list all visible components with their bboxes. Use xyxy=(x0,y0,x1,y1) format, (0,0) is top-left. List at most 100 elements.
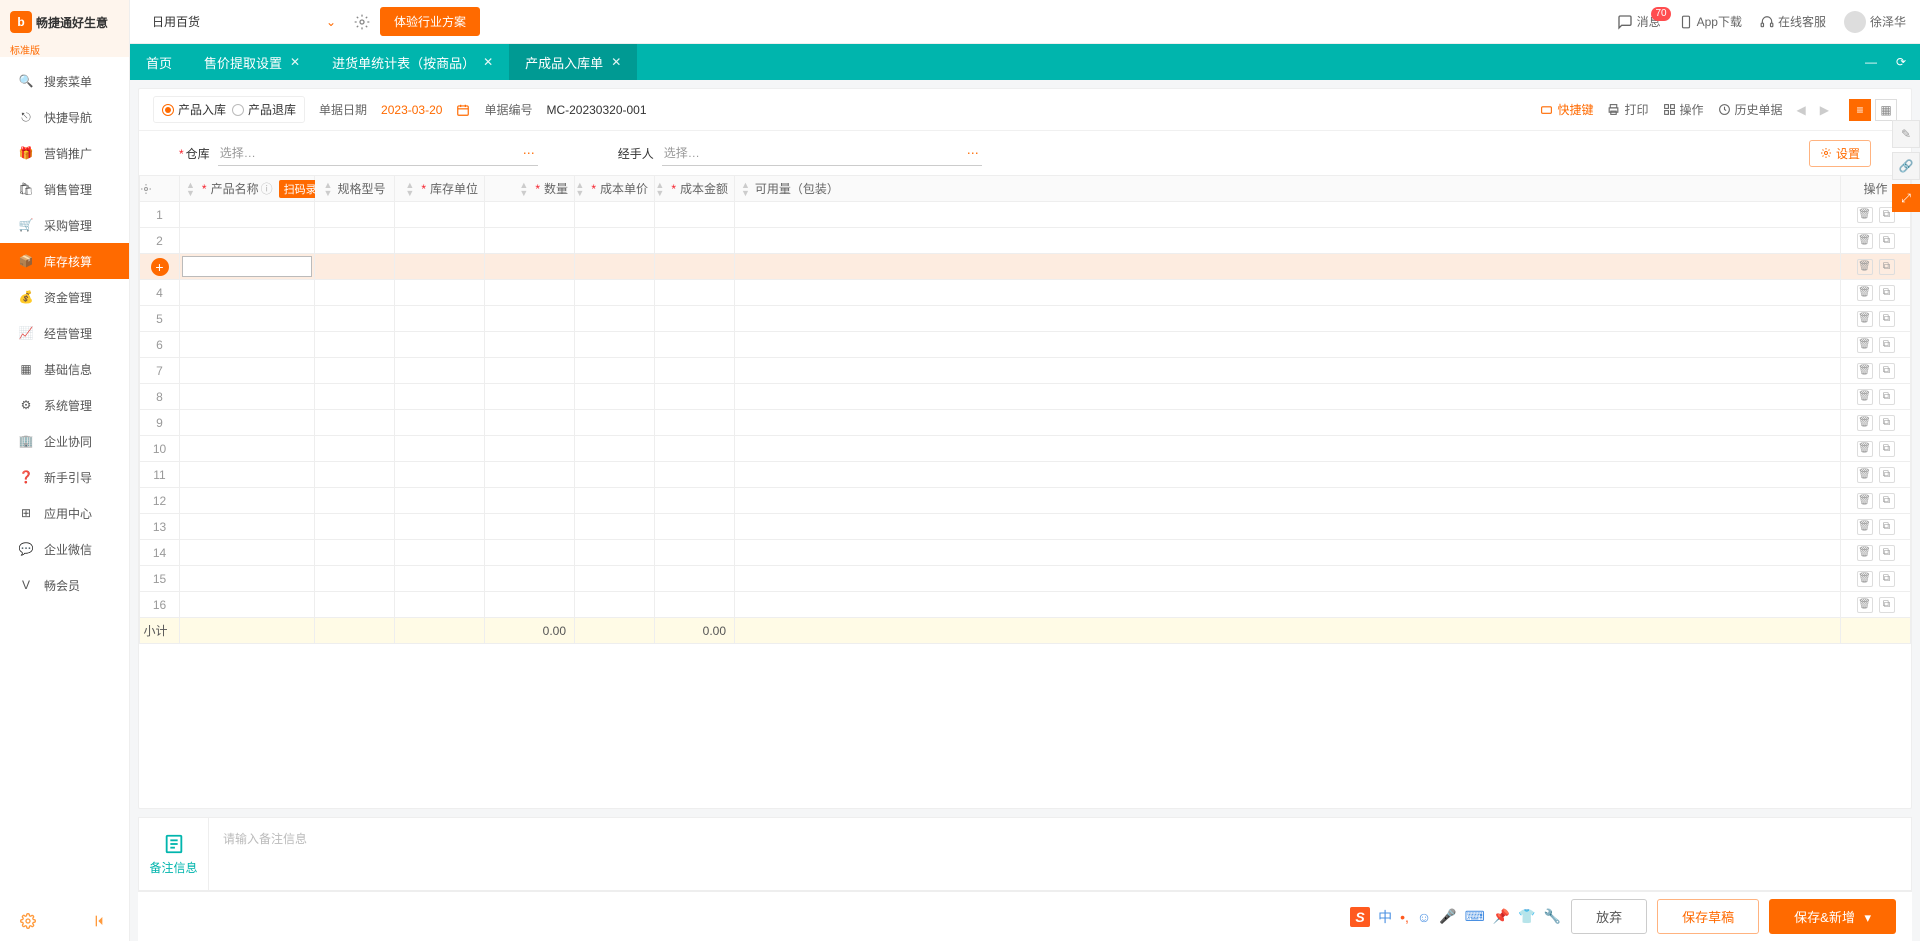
cell-spec[interactable] xyxy=(315,566,395,592)
row-copy-icon[interactable]: ⧉ xyxy=(1879,285,1895,301)
cell-product[interactable] xyxy=(180,358,315,384)
row-copy-icon[interactable]: ⧉ xyxy=(1879,389,1895,405)
cell-qty[interactable] xyxy=(485,228,575,254)
cell-price[interactable] xyxy=(575,358,655,384)
col-spec[interactable]: ▲▼规格型号 xyxy=(315,176,395,202)
cell-amount[interactable] xyxy=(655,514,735,540)
messages-button[interactable]: 消息 70 xyxy=(1617,13,1661,30)
tab-1[interactable]: 售价提取设置✕ xyxy=(188,44,316,80)
cell-amount[interactable] xyxy=(655,488,735,514)
row-delete-icon[interactable]: 🗑 xyxy=(1857,363,1873,379)
cell-avail[interactable] xyxy=(735,592,1841,618)
doc-date-value[interactable]: 2023-03-20 xyxy=(381,103,442,117)
row-delete-icon[interactable]: 🗑 xyxy=(1857,519,1873,535)
row-copy-icon[interactable]: ⧉ xyxy=(1879,467,1895,483)
cell-product[interactable] xyxy=(180,436,315,462)
cell-product[interactable] xyxy=(180,254,315,280)
quick-note-icon[interactable]: ✎ xyxy=(1892,120,1920,148)
cell-price[interactable] xyxy=(575,566,655,592)
table-row[interactable]: 11🗑⧉ xyxy=(140,462,1911,488)
table-row[interactable]: 14🗑⧉ xyxy=(140,540,1911,566)
cell-unit[interactable] xyxy=(395,202,485,228)
row-copy-icon[interactable]: ⧉ xyxy=(1879,259,1895,275)
cell-spec[interactable] xyxy=(315,410,395,436)
cell-qty[interactable] xyxy=(485,254,575,280)
cell-spec[interactable] xyxy=(315,514,395,540)
row-copy-icon[interactable]: ⧉ xyxy=(1879,545,1895,561)
try-industry-button[interactable]: 体验行业方案 xyxy=(380,7,480,36)
cell-qty[interactable] xyxy=(485,202,575,228)
category-select[interactable]: 日用百货 ⌄ xyxy=(144,9,344,34)
row-delete-icon[interactable]: 🗑 xyxy=(1857,545,1873,561)
sidebar-item-9[interactable]: ⚙系统管理 xyxy=(0,387,129,423)
cell-unit[interactable] xyxy=(395,462,485,488)
col-qty[interactable]: ▲▼*数量 xyxy=(485,176,575,202)
row-delete-icon[interactable]: 🗑 xyxy=(1857,571,1873,587)
save-and-new-button[interactable]: 保存&新增 ▾ xyxy=(1769,899,1896,934)
sidebar-item-6[interactable]: 💰资金管理 xyxy=(0,279,129,315)
cell-amount[interactable] xyxy=(655,566,735,592)
cell-qty[interactable] xyxy=(485,540,575,566)
tabs-minimize-button[interactable]: — xyxy=(1858,49,1884,75)
cell-unit[interactable] xyxy=(395,280,485,306)
cell-unit[interactable] xyxy=(395,592,485,618)
cell-amount[interactable] xyxy=(655,280,735,306)
collapse-icon[interactable] xyxy=(93,913,109,929)
cell-product[interactable] xyxy=(180,202,315,228)
operate-button[interactable]: 操作 xyxy=(1663,101,1704,118)
cell-unit[interactable] xyxy=(395,566,485,592)
sidebar-item-0[interactable]: 🔍搜索菜单 xyxy=(0,63,129,99)
close-icon[interactable]: ✕ xyxy=(290,55,300,69)
cell-unit[interactable] xyxy=(395,358,485,384)
row-delete-icon[interactable]: 🗑 xyxy=(1857,259,1873,275)
cell-product[interactable] xyxy=(180,228,315,254)
cell-qty[interactable] xyxy=(485,306,575,332)
cell-spec[interactable] xyxy=(315,384,395,410)
cell-unit[interactable] xyxy=(395,488,485,514)
col-amount[interactable]: ▲▼*成本金额 xyxy=(655,176,735,202)
table-row[interactable]: 8🗑⧉ xyxy=(140,384,1911,410)
radio-product-in[interactable]: 产品入库 xyxy=(162,101,226,118)
table-row[interactable]: 6🗑⧉ xyxy=(140,332,1911,358)
cell-unit[interactable] xyxy=(395,514,485,540)
table-row[interactable]: 16🗑⧉ xyxy=(140,592,1911,618)
row-copy-icon[interactable]: ⧉ xyxy=(1879,233,1895,249)
row-delete-icon[interactable]: 🗑 xyxy=(1857,337,1873,353)
col-product[interactable]: ▲▼*产品名称ⓘ扫码录入 xyxy=(180,176,315,202)
row-copy-icon[interactable]: ⧉ xyxy=(1879,415,1895,431)
row-delete-icon[interactable]: 🗑 xyxy=(1857,441,1873,457)
cell-unit[interactable] xyxy=(395,436,485,462)
col-settings[interactable] xyxy=(140,176,180,202)
cell-price[interactable] xyxy=(575,410,655,436)
cell-qty[interactable] xyxy=(485,592,575,618)
row-delete-icon[interactable]: 🗑 xyxy=(1857,467,1873,483)
cell-amount[interactable] xyxy=(655,436,735,462)
cell-amount[interactable] xyxy=(655,384,735,410)
radio-product-out[interactable]: 产品退库 xyxy=(232,101,296,118)
cell-avail[interactable] xyxy=(735,306,1841,332)
cell-product[interactable] xyxy=(180,566,315,592)
close-icon[interactable]: ✕ xyxy=(611,55,621,69)
remark-input[interactable]: 请输入备注信息 xyxy=(209,818,1911,890)
sidebar-item-8[interactable]: ▦基础信息 xyxy=(0,351,129,387)
tabs-refresh-button[interactable]: ⟳ xyxy=(1888,49,1914,75)
cell-avail[interactable] xyxy=(735,384,1841,410)
cell-spec[interactable] xyxy=(315,462,395,488)
table-row[interactable]: 7🗑⧉ xyxy=(140,358,1911,384)
cell-price[interactable] xyxy=(575,228,655,254)
row-delete-icon[interactable]: 🗑 xyxy=(1857,415,1873,431)
calendar-icon[interactable] xyxy=(456,103,470,117)
prev-doc-button[interactable]: ◀ xyxy=(1797,103,1806,117)
quick-link-icon[interactable]: 🔗 xyxy=(1892,152,1920,180)
cell-avail[interactable] xyxy=(735,462,1841,488)
col-price[interactable]: ▲▼*成本单价 xyxy=(575,176,655,202)
cell-price[interactable] xyxy=(575,332,655,358)
cell-qty[interactable] xyxy=(485,280,575,306)
cell-amount[interactable] xyxy=(655,228,735,254)
cell-product[interactable] xyxy=(180,514,315,540)
cell-spec[interactable] xyxy=(315,358,395,384)
quick-expand-icon[interactable]: ⤢ xyxy=(1892,184,1920,212)
table-row[interactable]: 5🗑⧉ xyxy=(140,306,1911,332)
cell-spec[interactable] xyxy=(315,280,395,306)
cell-avail[interactable] xyxy=(735,332,1841,358)
